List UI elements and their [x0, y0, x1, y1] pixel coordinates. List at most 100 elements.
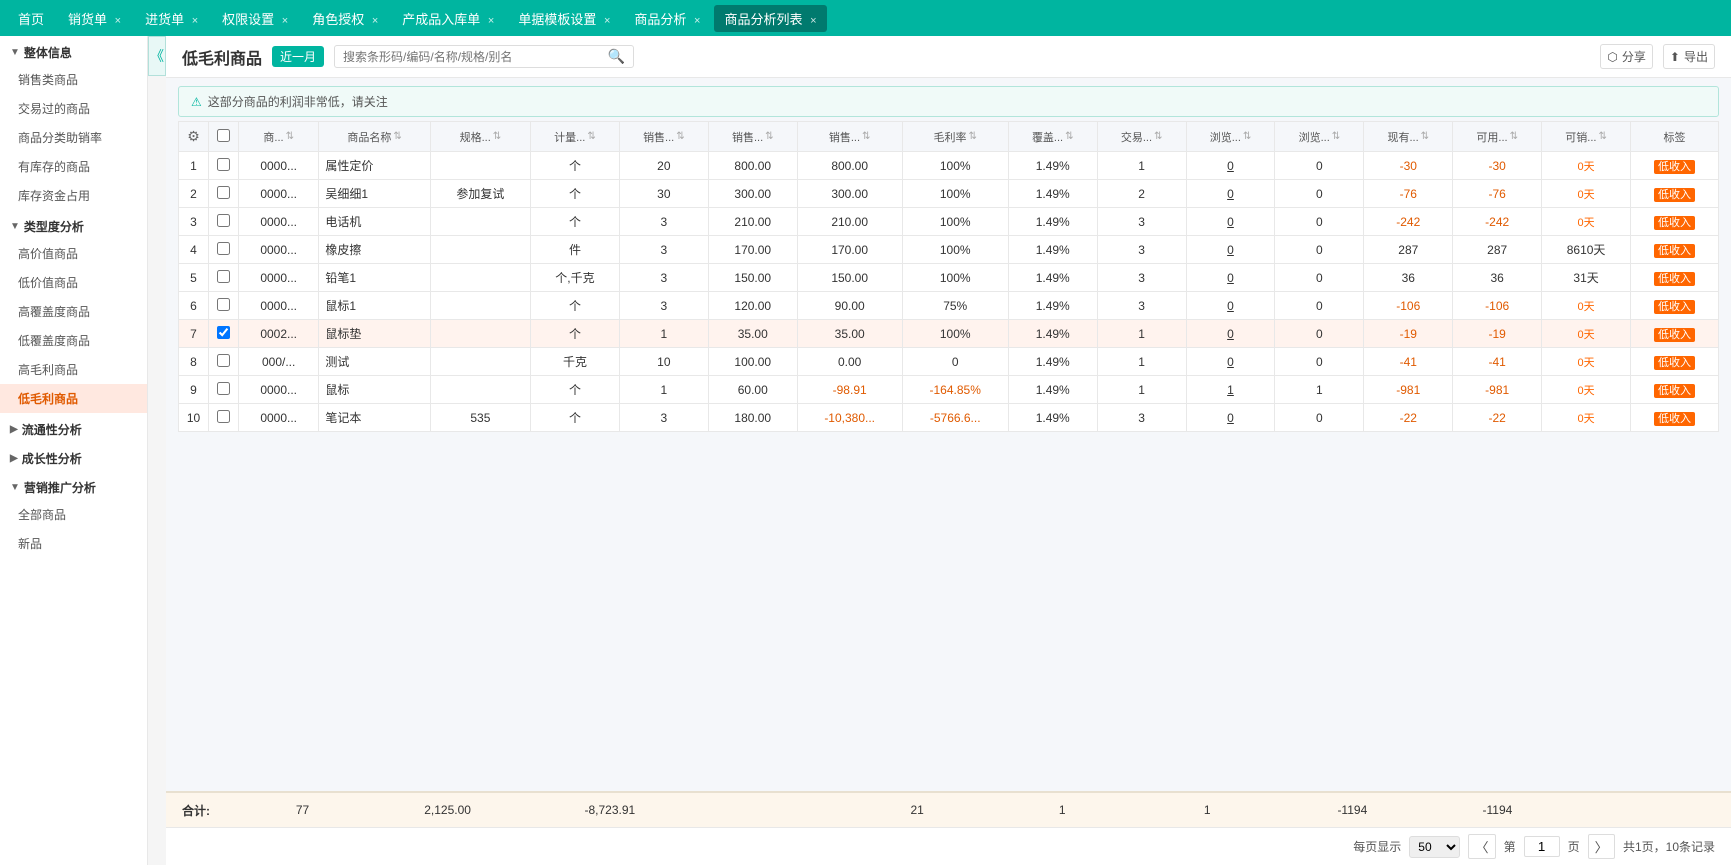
sidebar-item-high-coverage[interactable]: 高覆盖度商品 — [0, 297, 147, 326]
row-sales-price: 210.00 — [708, 208, 797, 236]
nav-product-analysis[interactable]: 商品分析 × — [624, 5, 710, 32]
col-spec[interactable]: 规格...⇅ — [430, 122, 530, 152]
sidebar-item-all-products[interactable]: 全部商品 — [0, 500, 147, 529]
row-browse1[interactable]: 0 — [1186, 264, 1275, 292]
date-filter-btn[interactable]: 近一月 — [272, 46, 324, 67]
sidebar-item-stock-capital[interactable]: 库存资金占用 — [0, 181, 147, 210]
row-browse1[interactable]: 0 — [1186, 320, 1275, 348]
row-browse1[interactable]: 0 — [1186, 180, 1275, 208]
row-browse1[interactable]: 1 — [1186, 376, 1275, 404]
search-input[interactable] — [343, 50, 604, 64]
col-sales-price[interactable]: 销售...⇅ — [708, 122, 797, 152]
row-unit: 个 — [531, 180, 620, 208]
col-checkbox[interactable] — [209, 122, 239, 152]
nav-sales-order-close[interactable]: × — [115, 15, 121, 27]
row-checkbox[interactable] — [209, 348, 239, 376]
row-browse1[interactable]: 0 — [1186, 348, 1275, 376]
col-sales-amount[interactable]: 销售...⇅ — [797, 122, 902, 152]
export-btn[interactable]: ⬆ 导出 — [1663, 44, 1715, 69]
row-browse1[interactable]: 0 — [1186, 152, 1275, 180]
col-sales-count[interactable]: 销售...⇅ — [619, 122, 708, 152]
row-checkbox[interactable] — [209, 376, 239, 404]
prev-page-btn[interactable]: 〈 — [1468, 834, 1495, 859]
sidebar-item-low-coverage[interactable]: 低覆盖度商品 — [0, 326, 147, 355]
sidebar-item-sales-goods[interactable]: 销售类商品 — [0, 65, 147, 94]
col-tag[interactable]: 标签 — [1631, 122, 1719, 152]
row-gross-rate: 0 — [902, 348, 1008, 376]
col-browse1[interactable]: 浏览...⇅ — [1186, 122, 1275, 152]
sidebar-item-category-rate[interactable]: 商品分类助销率 — [0, 123, 147, 152]
col-current-stock[interactable]: 现有...⇅ — [1364, 122, 1453, 152]
sidebar-item-high-value[interactable]: 高价值商品 — [0, 239, 147, 268]
sidebar-item-in-stock[interactable]: 有库存的商品 — [0, 152, 147, 181]
settings-icon[interactable]: ⚙ — [187, 128, 200, 144]
sidebar-item-low-value[interactable]: 低价值商品 — [0, 268, 147, 297]
col-settings[interactable]: ⚙ — [179, 122, 209, 152]
row-checkbox[interactable] — [209, 292, 239, 320]
nav-permissions-close[interactable]: × — [282, 15, 288, 27]
nav-product-analysis-list-close[interactable]: × — [810, 15, 816, 27]
select-all-checkbox[interactable] — [217, 129, 230, 142]
nav-product-entry-close[interactable]: × — [488, 15, 494, 27]
export-icon: ⬆ — [1670, 50, 1680, 64]
col-name[interactable]: 商品名称⇅ — [319, 122, 430, 152]
nav-purchase-order-close[interactable]: × — [192, 15, 198, 27]
page-input[interactable] — [1524, 836, 1560, 857]
row-checkbox[interactable] — [209, 152, 239, 180]
col-transaction[interactable]: 交易...⇅ — [1097, 122, 1186, 152]
nav-permissions[interactable]: 权限设置 × — [212, 5, 298, 32]
col-available[interactable]: 可用...⇅ — [1453, 122, 1542, 152]
col-coverage[interactable]: 覆盖...⇅ — [1008, 122, 1097, 152]
sidebar-group-growth[interactable]: ▶ 成长性分析 — [0, 442, 147, 471]
per-page-select[interactable]: 50 100 200 — [1409, 836, 1460, 858]
sidebar: ▼ 整体信息 销售类商品 交易过的商品 商品分类助销率 有库存的商品 库存资金占… — [0, 36, 148, 865]
nav-sales-order[interactable]: 销货单 × — [58, 5, 131, 32]
row-unit: 件 — [531, 236, 620, 264]
sidebar-item-high-margin[interactable]: 高毛利商品 — [0, 355, 147, 384]
row-browse1[interactable]: 0 — [1186, 404, 1275, 432]
search-icon[interactable]: 🔍 — [608, 48, 625, 65]
row-spec — [430, 152, 530, 180]
row-browse1[interactable]: 0 — [1186, 208, 1275, 236]
row-browse1[interactable]: 0 — [1186, 292, 1275, 320]
row-checkbox[interactable] — [209, 320, 239, 348]
col-code[interactable]: 商...⇅ — [239, 122, 319, 152]
row-browse1[interactable]: 0 — [1186, 236, 1275, 264]
row-sales-amount: 800.00 — [797, 152, 902, 180]
col-browse2[interactable]: 浏览...⇅ — [1275, 122, 1364, 152]
sidebar-item-traded-goods[interactable]: 交易过的商品 — [0, 94, 147, 123]
sidebar-group-marketing[interactable]: ▼ 营销推广分析 — [0, 471, 147, 500]
nav-template-settings-close[interactable]: × — [604, 15, 610, 27]
row-browse2: 0 — [1275, 236, 1364, 264]
col-saleable[interactable]: 可销...⇅ — [1542, 122, 1631, 152]
share-btn[interactable]: ⬡ 分享 — [1600, 44, 1653, 69]
nav-product-analysis-close[interactable]: × — [694, 15, 700, 27]
sidebar-item-low-margin[interactable]: 低毛利商品 — [0, 384, 147, 413]
row-gross-rate: 100% — [902, 208, 1008, 236]
nav-roles-close[interactable]: × — [372, 15, 378, 27]
nav-purchase-order[interactable]: 进货单 × — [135, 5, 208, 32]
sidebar-item-new-products[interactable]: 新品 — [0, 529, 147, 558]
next-page-btn[interactable]: 〉 — [1588, 834, 1615, 859]
sidebar-group-circulation[interactable]: ▶ 流通性分析 — [0, 413, 147, 442]
sidebar-collapse-btn[interactable]: 《 — [148, 36, 166, 76]
row-checkbox[interactable] — [209, 208, 239, 236]
sidebar-group-type-analysis[interactable]: ▼ 类型度分析 — [0, 210, 147, 239]
nav-roles[interactable]: 角色授权 × — [302, 5, 388, 32]
row-checkbox[interactable] — [209, 236, 239, 264]
row-available: -22 — [1453, 404, 1542, 432]
sidebar-group-overall[interactable]: ▼ 整体信息 — [0, 36, 147, 65]
row-saleable: 0天 — [1542, 376, 1631, 404]
table-row: 10 0000... 笔记本 535 个 3 180.00 -10,380...… — [179, 404, 1719, 432]
row-no: 2 — [179, 180, 209, 208]
nav-home[interactable]: 首页 — [8, 5, 54, 32]
nav-product-analysis-list[interactable]: 商品分析列表 × — [714, 5, 826, 32]
row-checkbox[interactable] — [209, 404, 239, 432]
row-checkbox[interactable] — [209, 180, 239, 208]
nav-template-settings[interactable]: 单据模板设置 × — [508, 5, 620, 32]
row-checkbox[interactable] — [209, 264, 239, 292]
nav-product-entry[interactable]: 产成品入库单 × — [392, 5, 504, 32]
row-name: 笔记本 — [319, 404, 430, 432]
col-unit[interactable]: 计量...⇅ — [531, 122, 620, 152]
col-gross-rate[interactable]: 毛利率⇅ — [902, 122, 1008, 152]
